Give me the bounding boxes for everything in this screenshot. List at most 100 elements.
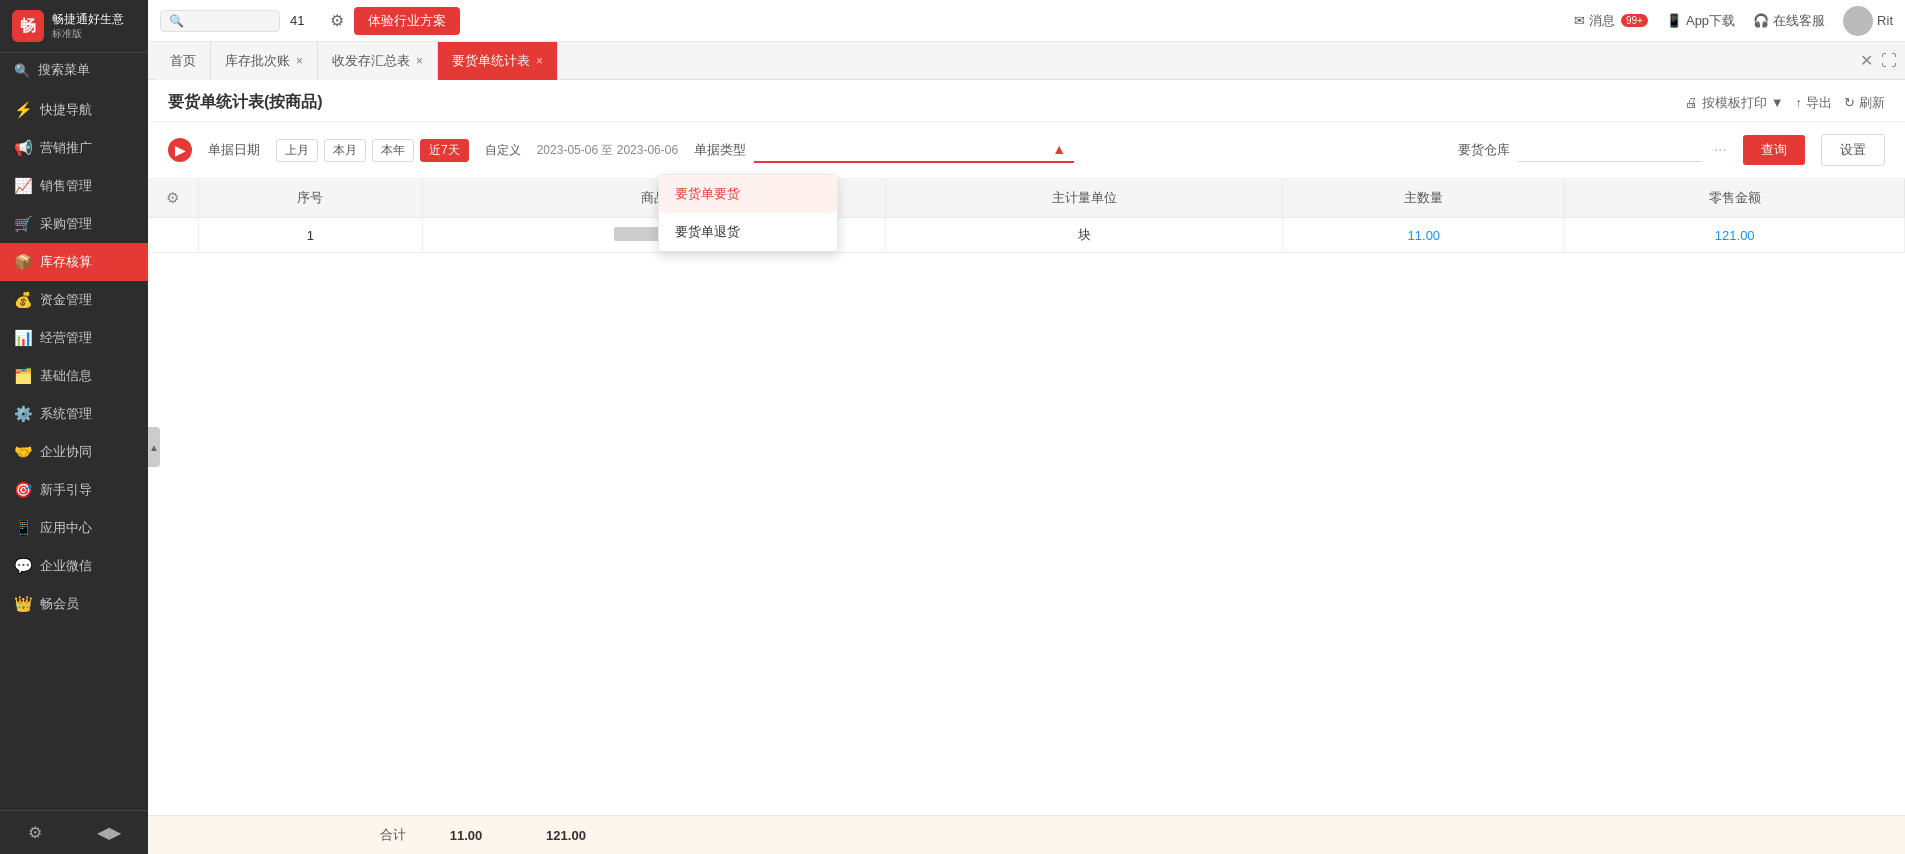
tab-batch-account-label: 库存批次账 xyxy=(225,52,290,70)
collapse-icon[interactable]: ◀▶ xyxy=(89,819,129,846)
filter-this-month-btn[interactable]: 本月 xyxy=(324,139,366,162)
footer-quantity: 11.00 xyxy=(426,828,506,843)
enterprise-icon: 🤝 xyxy=(14,443,32,461)
th-amount: 零售金额 xyxy=(1565,179,1905,218)
filter-this-year-btn[interactable]: 本年 xyxy=(372,139,414,162)
tab-order-stats-close[interactable]: × xyxy=(536,54,543,68)
messages-badge: 99+ xyxy=(1621,14,1648,27)
tab-order-stats[interactable]: 要货单统计表 × xyxy=(438,42,558,80)
th-settings[interactable]: ⚙ xyxy=(148,179,198,218)
quick-nav-icon: ⚡ xyxy=(14,101,32,119)
footer-amount: 121.00 xyxy=(526,828,606,843)
filter-expand-btn[interactable]: ▶ xyxy=(168,138,192,162)
logo-icon: 畅 xyxy=(12,10,44,42)
tab-order-stats-label: 要货单统计表 xyxy=(452,52,530,70)
filter-type-caret-icon[interactable]: ▲ xyxy=(1052,141,1066,157)
filter-type-label: 单据类型 xyxy=(694,141,746,159)
dropdown-option-requisition[interactable]: 要货单要货 xyxy=(659,175,837,213)
tab-shipping-summary-close[interactable]: × xyxy=(416,54,423,68)
sidebar-item-app-center[interactable]: 📱 应用中心 xyxy=(0,509,148,547)
page-content: 要货单统计表(按商品) 🖨 按模板打印 ▼ ↑ 导出 ↻ 刷新 ▶ xyxy=(148,80,1905,854)
td-settings xyxy=(148,218,198,253)
service-icon: 🎧 xyxy=(1753,13,1769,28)
sidebar-item-guide[interactable]: 🎯 新手引导 xyxy=(0,471,148,509)
setting-btn[interactable]: 设置 xyxy=(1821,134,1885,166)
app-download-btn[interactable]: 📱 App下载 xyxy=(1666,12,1735,30)
tab-home[interactable]: 首页 xyxy=(156,42,211,80)
tab-home-label: 首页 xyxy=(170,52,196,70)
sidebar-item-basic-info[interactable]: 🗂️ 基础信息 xyxy=(0,357,148,395)
td-amount[interactable]: 121.00 xyxy=(1565,218,1905,253)
user-name: Rit xyxy=(1877,13,1893,28)
member-icon: 👑 xyxy=(14,595,32,613)
dropdown-option-return[interactable]: 要货单退货 xyxy=(659,213,837,251)
app-download-label: App下载 xyxy=(1686,12,1735,30)
search-icon: 🔍 xyxy=(14,63,30,78)
filter-type-section: 单据类型 ▲ xyxy=(694,137,1442,163)
inventory-icon: 📦 xyxy=(14,253,32,271)
sidebar-collapse-btn[interactable]: ▲ xyxy=(148,427,160,467)
filter-custom-btn[interactable]: 自定义 xyxy=(485,142,521,159)
sidebar-item-finance[interactable]: 💰 资金管理 xyxy=(0,281,148,319)
system-icon: ⚙️ xyxy=(14,405,32,423)
th-unit: 主计量单位 xyxy=(886,179,1283,218)
trial-btn[interactable]: 体验行业方案 xyxy=(354,7,460,35)
query-btn[interactable]: 查询 xyxy=(1743,135,1805,165)
sidebar-item-marketing[interactable]: 📢 营销推广 xyxy=(0,129,148,167)
online-service-btn[interactable]: 🎧 在线客服 xyxy=(1753,12,1825,30)
settings-bottom-icon[interactable]: ⚙ xyxy=(20,819,50,846)
filter-recent-7-btn[interactable]: 近7天 xyxy=(420,139,469,162)
filter-bar: ▶ 单据日期 上月 本月 本年 近7天 自定义 2023-05-06 至 202… xyxy=(148,122,1905,179)
sidebar-item-label: 库存核算 xyxy=(40,253,92,271)
sidebar-bottom: ⚙ ◀▶ xyxy=(0,810,148,854)
topbar-search[interactable]: 🔍 xyxy=(160,10,280,32)
refresh-icon: ↻ xyxy=(1844,95,1855,110)
sidebar-item-member[interactable]: 👑 畅会员 xyxy=(0,585,148,623)
filter-prev-month-btn[interactable]: 上月 xyxy=(276,139,318,162)
filter-date-options: 上月 本月 本年 近7天 xyxy=(276,139,469,162)
sidebar-item-system[interactable]: ⚙️ 系统管理 xyxy=(0,395,148,433)
sidebar-item-label: 基础信息 xyxy=(40,367,92,385)
sidebar-item-label: 资金管理 xyxy=(40,291,92,309)
user-menu[interactable]: Rit xyxy=(1843,6,1893,36)
sidebar-item-wechat[interactable]: 💬 企业微信 xyxy=(0,547,148,585)
tab-shipping-summary[interactable]: 收发存汇总表 × xyxy=(318,42,438,80)
sidebar-item-purchase[interactable]: 🛒 采购管理 xyxy=(0,205,148,243)
topbar: 🔍 41 ⚙ 体验行业方案 ✉ 消息 99+ 📱 App下载 🎧 在线客服 Ri… xyxy=(148,0,1905,42)
sidebar-item-label: 经营管理 xyxy=(40,329,92,347)
filter-warehouse-input[interactable] xyxy=(1518,138,1702,162)
table-settings-icon[interactable]: ⚙ xyxy=(166,189,179,206)
topbar-right: ✉ 消息 99+ 📱 App下载 🎧 在线客服 Rit xyxy=(1574,6,1893,36)
td-unit: 块 xyxy=(886,218,1283,253)
filter-date-label: 单据日期 xyxy=(208,141,260,159)
sidebar-search[interactable]: 🔍 搜索菜单 xyxy=(0,53,148,87)
print-btn[interactable]: 🖨 按模板打印 ▼ xyxy=(1685,94,1784,112)
sidebar-item-operations[interactable]: 📊 经营管理 xyxy=(0,319,148,357)
sidebar-item-enterprise[interactable]: 🤝 企业协同 xyxy=(0,433,148,471)
tab-batch-account-close[interactable]: × xyxy=(296,54,303,68)
export-icon: ↑ xyxy=(1796,95,1803,110)
td-quantity[interactable]: 11.00 xyxy=(1283,218,1565,253)
topbar-gear-icon[interactable]: ⚙ xyxy=(330,11,344,30)
refresh-btn[interactable]: ↻ 刷新 xyxy=(1844,94,1885,112)
logo-text-block: 畅捷通好生意 标准版 xyxy=(52,11,124,42)
page-header: 要货单统计表(按商品) 🖨 按模板打印 ▼ ↑ 导出 ↻ 刷新 xyxy=(148,80,1905,122)
sidebar-item-label: 系统管理 xyxy=(40,405,92,423)
tab-close-all-icon[interactable]: ✕ xyxy=(1860,51,1873,70)
td-no: 1 xyxy=(198,218,423,253)
tab-batch-account[interactable]: 库存批次账 × xyxy=(211,42,318,80)
page-actions: 🖨 按模板打印 ▼ ↑ 导出 ↻ 刷新 xyxy=(1685,94,1885,112)
search-label: 搜索菜单 xyxy=(38,61,90,79)
messages-btn[interactable]: ✉ 消息 99+ xyxy=(1574,12,1648,30)
topbar-number: 41 xyxy=(290,13,320,28)
tab-expand-icon[interactable]: ⛶ xyxy=(1881,52,1897,70)
sidebar-item-quick-nav[interactable]: ⚡ 快捷导航 xyxy=(0,91,148,129)
export-btn[interactable]: ↑ 导出 xyxy=(1796,94,1833,112)
sidebar-item-label: 采购管理 xyxy=(40,215,92,233)
sidebar-item-label: 企业微信 xyxy=(40,557,92,575)
sidebar-item-sales[interactable]: 📈 销售管理 xyxy=(0,167,148,205)
sidebar-logo: 畅 畅捷通好生意 标准版 xyxy=(0,0,148,53)
filter-type-select[interactable]: ▲ xyxy=(754,137,1074,163)
filter-warehouse-dots-icon[interactable]: ··· xyxy=(1714,141,1727,159)
sidebar-item-inventory[interactable]: 📦 库存核算 xyxy=(0,243,148,281)
